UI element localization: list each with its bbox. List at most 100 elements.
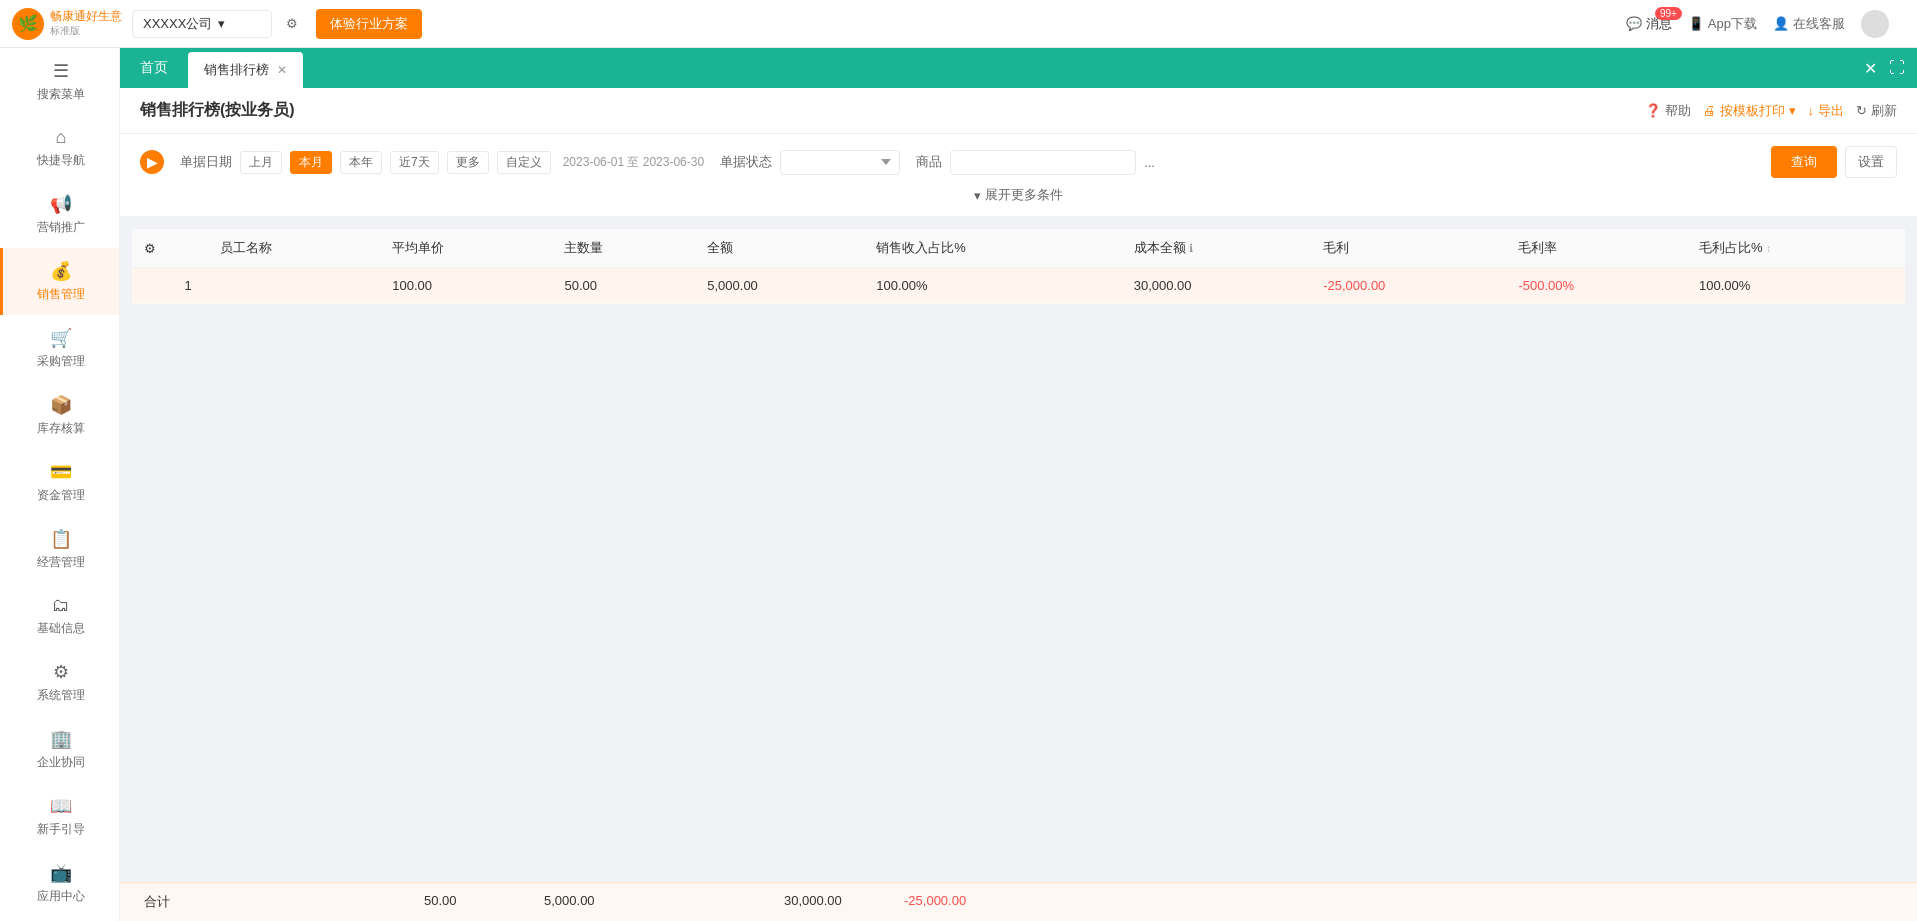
filter-row: ▶ 单据日期 上月 本月 本年 近7天 更多 自定义 2023-06-01 至 … <box>140 146 1897 178</box>
col-cost: 成本全额 ℹ <box>1122 229 1312 268</box>
sidebar-item-label: 资金管理 <box>37 487 85 504</box>
sidebar-item-quick-nav[interactable]: ⌂ 快捷导航 <box>0 115 119 181</box>
cost-info-icon[interactable]: ℹ <box>1189 242 1193 254</box>
settings-icon[interactable]: ⚙ <box>278 10 306 38</box>
page-header-actions: ❓ 帮助 🖨 按模板打印 ▾ ↓ 导出 ↻ 刷新 <box>1645 102 1898 120</box>
app-download-button[interactable]: 📱 App下载 <box>1688 15 1757 33</box>
help-icon: ❓ <box>1645 103 1661 118</box>
col-qty: 主数量 <box>552 229 695 268</box>
table-header-row: ⚙ 员工名称 平均单价 主数量 全额 销售收入占比% 成本全额 ℹ 毛利 毛利率… <box>132 229 1905 268</box>
sidebar: ☰ 搜索菜单 ⌂ 快捷导航 📢 营销推广 💰 销售管理 🛒 采购管理 📦 库存核… <box>0 48 120 921</box>
print-icon: 🖨 <box>1703 103 1716 118</box>
sales-icon: 💰 <box>50 260 72 282</box>
operation-icon: 📋 <box>50 528 72 550</box>
cell-cost: 30,000.00 <box>1122 268 1312 304</box>
top-bar: 🌿 畅康通好生意 标准版 XXXXX公司 ▾ ⚙ 体验行业方案 💬 消息 99+… <box>0 0 1917 48</box>
date-btn-last-month[interactable]: 上月 <box>240 151 282 174</box>
footer-label: 合计 <box>132 893 412 911</box>
sidebar-item-label: 经营管理 <box>37 554 85 571</box>
expand-more-button[interactable]: ▾ 展开更多条件 <box>974 186 1063 204</box>
service-icon: 👤 <box>1773 16 1789 31</box>
tab-expand-icon[interactable]: ⛶ <box>1889 59 1905 77</box>
online-service-button[interactable]: 👤 在线客服 <box>1773 15 1845 33</box>
sidebar-item-wechat[interactable]: 💬 企业微信 <box>0 917 119 921</box>
col-gross: 毛利 <box>1311 229 1506 268</box>
query-button[interactable]: 查询 <box>1771 146 1837 178</box>
refresh-button[interactable]: ↻ 刷新 <box>1856 102 1897 120</box>
chevron-down-icon: ▾ <box>974 188 981 203</box>
app-download-label: App下载 <box>1708 15 1757 33</box>
sidebar-item-inventory[interactable]: 📦 库存核算 <box>0 382 119 449</box>
expand-arrow-button[interactable]: ▶ <box>140 150 164 174</box>
sidebar-item-system[interactable]: ⚙ 系统管理 <box>0 649 119 716</box>
sidebar-item-guide[interactable]: 📖 新手引导 <box>0 783 119 850</box>
trial-button[interactable]: 体验行业方案 <box>316 9 422 39</box>
status-select[interactable] <box>780 150 900 175</box>
sort-icon[interactable]: ↕ <box>1766 243 1771 254</box>
message-button[interactable]: 💬 消息 99+ <box>1626 15 1672 33</box>
avatar[interactable] <box>1861 10 1889 38</box>
logo-sub: 标准版 <box>50 24 122 38</box>
filter-area: ▶ 单据日期 上月 本月 本年 近7天 更多 自定义 2023-06-01 至 … <box>120 134 1917 217</box>
cell-qty: 50.00 <box>552 268 695 304</box>
tab-home[interactable]: 首页 <box>120 48 188 88</box>
cell-settings <box>132 268 168 304</box>
data-table: ⚙ 员工名称 平均单价 主数量 全额 销售收入占比% 成本全额 ℹ 毛利 毛利率… <box>132 229 1905 304</box>
cell-gross: -25,000.00 <box>1311 268 1506 304</box>
date-btn-custom[interactable]: 自定义 <box>497 151 551 174</box>
col-settings[interactable]: ⚙ <box>132 229 168 268</box>
col-name: 员工名称 <box>208 229 380 268</box>
sidebar-item-operation[interactable]: 📋 经营管理 <box>0 516 119 583</box>
base-info-icon: 🗂 <box>52 595 70 616</box>
date-btn-this-year[interactable]: 本年 <box>340 151 382 174</box>
sidebar-item-label: 系统管理 <box>37 687 85 704</box>
table-footer: 合计 50.00 5,000.00 30,000.00 -25,000.00 <box>120 882 1917 921</box>
message-icon: 💬 <box>1626 16 1642 31</box>
sidebar-item-purchase[interactable]: 🛒 采购管理 <box>0 315 119 382</box>
sidebar-item-base-info[interactable]: 🗂 基础信息 <box>0 583 119 649</box>
sidebar-item-label: 采购管理 <box>37 353 85 370</box>
sidebar-item-sales[interactable]: 💰 销售管理 <box>0 248 119 315</box>
template-print-button[interactable]: 🖨 按模板打印 ▾ <box>1703 102 1796 120</box>
sidebar-item-enterprise[interactable]: 🏢 企业协同 <box>0 716 119 783</box>
date-btn-more[interactable]: 更多 <box>447 151 489 174</box>
online-service-label: 在线客服 <box>1793 15 1845 33</box>
col-rank <box>168 229 208 268</box>
sidebar-item-search-order[interactable]: ☰ 搜索菜单 <box>0 48 119 115</box>
cell-gross-rate: -500.00% <box>1506 268 1687 304</box>
col-sales-ratio: 销售收入占比% <box>864 229 1121 268</box>
sidebar-item-label: 应用中心 <box>37 888 85 905</box>
help-button[interactable]: ❓ 帮助 <box>1645 102 1691 120</box>
refresh-icon: ↻ <box>1856 103 1867 118</box>
export-button[interactable]: ↓ 导出 <box>1808 102 1845 120</box>
tab-close-window-icon[interactable]: ✕ <box>1864 59 1877 78</box>
date-filter-group: 单据日期 上月 本月 本年 近7天 更多 自定义 2023-06-01 至 20… <box>180 151 704 174</box>
guide-icon: 📖 <box>50 795 72 817</box>
content-area: 首页 销售排行榜 ✕ ✕ ⛶ 销售排行榜(按业务员) ❓ 帮助 <box>120 48 1917 921</box>
tab-close-icon[interactable]: ✕ <box>277 63 287 77</box>
sidebar-item-finance[interactable]: 💳 资金管理 <box>0 449 119 516</box>
cell-avg-price: 100.00 <box>380 268 552 304</box>
status-label: 单据状态 <box>720 153 772 171</box>
date-range: 2023-06-01 至 2023-06-30 <box>563 154 704 171</box>
sidebar-item-label: 搜索菜单 <box>37 86 85 103</box>
date-btn-this-month[interactable]: 本月 <box>290 151 332 174</box>
tab-sales-ranking[interactable]: 销售排行榜 ✕ <box>188 52 303 88</box>
goods-input[interactable] <box>950 150 1136 175</box>
expand-more-label: 展开更多条件 <box>985 186 1063 204</box>
search-order-icon: ☰ <box>53 60 69 82</box>
filter-settings-button[interactable]: 设置 <box>1845 146 1897 178</box>
sidebar-item-label: 基础信息 <box>37 620 85 637</box>
app-icon: 📱 <box>1688 16 1704 31</box>
company-selector[interactable]: XXXXX公司 ▾ <box>132 10 272 38</box>
sidebar-item-app-center[interactable]: 📺 应用中心 <box>0 850 119 917</box>
date-btn-7days[interactable]: 近7天 <box>390 151 439 174</box>
sidebar-item-marketing[interactable]: 📢 营销推广 <box>0 181 119 248</box>
page-content: 销售排行榜(按业务员) ❓ 帮助 🖨 按模板打印 ▾ ↓ 导出 <box>120 88 1917 921</box>
page-title: 销售排行榜(按业务员) <box>140 100 295 121</box>
col-avg-price: 平均单价 <box>380 229 552 268</box>
logo-text: 畅康通好生意 <box>50 9 122 23</box>
sidebar-item-label: 快捷导航 <box>37 152 85 169</box>
sidebar-item-label: 营销推广 <box>37 219 85 236</box>
goods-more[interactable]: ... <box>1144 155 1155 170</box>
